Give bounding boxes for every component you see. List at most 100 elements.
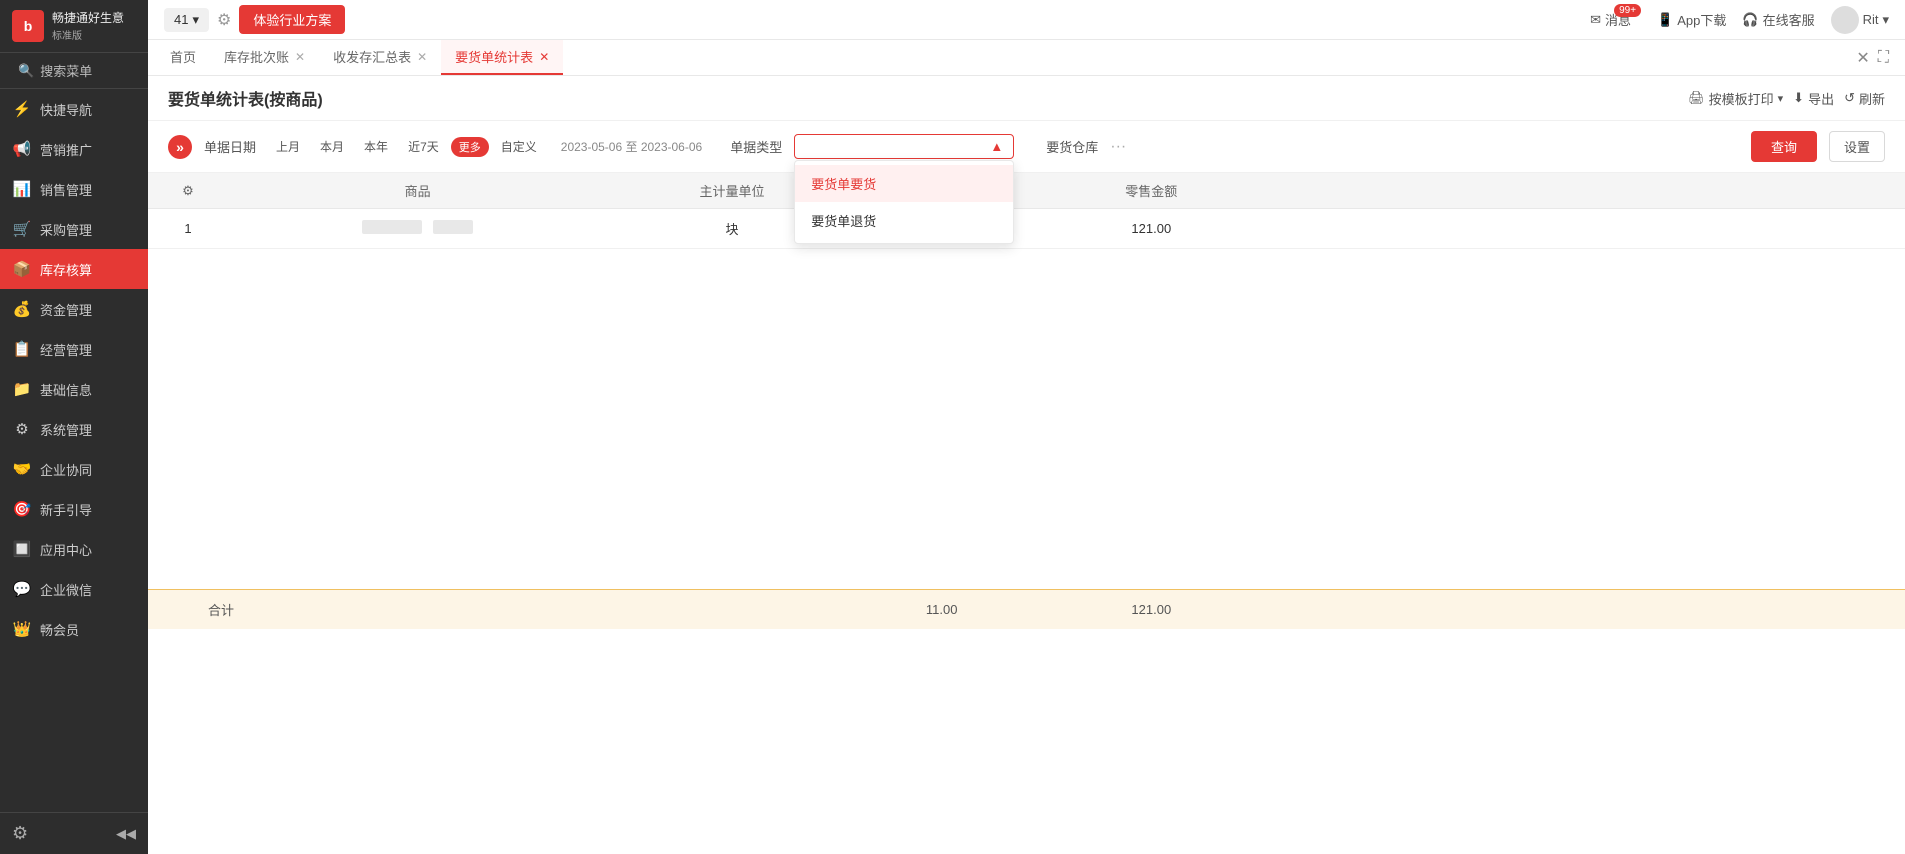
date-option-this-month[interactable]: 本月 (312, 135, 352, 158)
tab-bar: 首页库存批次账✕收发存汇总表✕ 要货单统计表 ✕ ✕ ⛶ (148, 40, 1905, 76)
table-header: ⚙ 商品 主计量单位 主数量 零售金额 (148, 173, 1905, 209)
print-action[interactable]: 🖨 按模板打印 ▾ (1688, 89, 1783, 108)
sidebar-item-purchase[interactable]: 🛒 采购管理 (0, 209, 148, 249)
logo-text: 畅捷通好生意 (52, 10, 124, 27)
sidebar-item-cooperation[interactable]: 🤝 企业协同 (0, 449, 148, 489)
tab-close-all-icon[interactable]: ✕ (1856, 48, 1869, 68)
tab-close-inventory-batch[interactable]: ✕ (295, 50, 305, 64)
tab-label-home: 首页 (170, 47, 196, 66)
row-amount: 121.00 (1047, 221, 1257, 236)
sidebar-item-quick-nav[interactable]: ⚡ 快捷导航 (0, 89, 148, 129)
dropdown-item-order-return[interactable]: 要货单退货 (795, 202, 1013, 239)
search-icon: 🔍 (18, 63, 34, 79)
header-settings-icon[interactable]: ⚙ (217, 10, 231, 30)
sidebar-item-apps[interactable]: 🔲 应用中心 (0, 529, 148, 569)
tab-label-order-stats: 要货单统计表 (455, 47, 533, 66)
sidebar-item-label-quick-nav: 快捷导航 (40, 100, 92, 119)
tab-close-receivable-summary[interactable]: ✕ (417, 50, 427, 64)
sidebar-item-members[interactable]: 👑 畅会员 (0, 609, 148, 649)
online-service-icon: 🎧 (1742, 12, 1758, 28)
guide-icon: 🎯 (12, 499, 32, 519)
store-number: 41 (174, 12, 188, 27)
tab-close-order-stats[interactable]: ✕ (539, 50, 549, 64)
logo-icon: b (12, 10, 44, 42)
sidebar-item-label-guide: 新手引导 (40, 500, 92, 519)
tab-extra: ✕ ⛶ (1848, 40, 1897, 75)
operations-icon: 📋 (12, 339, 32, 359)
footer-qty: 11.00 (837, 602, 1047, 617)
finance-icon: 💰 (12, 299, 32, 319)
system-icon: ⚙ (12, 419, 32, 439)
sidebar-item-finance[interactable]: 💰 资金管理 (0, 289, 148, 329)
sidebar-item-wechat[interactable]: 💬 企业微信 (0, 569, 148, 609)
page-actions: 🖨 按模板打印 ▾ ⬇ 导出 ↺ 刷新 (1688, 89, 1885, 108)
apps-icon: 🔲 (12, 539, 32, 559)
members-icon: 👑 (12, 619, 32, 639)
refresh-action[interactable]: ↺ 刷新 (1844, 89, 1885, 108)
sidebar-item-operations[interactable]: 📋 经营管理 (0, 329, 148, 369)
type-filter-select[interactable]: ▲ 要货单要货 要货单退货 (794, 134, 1014, 159)
tab-order-stats[interactable]: 要货单统计表 ✕ (441, 40, 563, 75)
tab-receivable-summary[interactable]: 收发存汇总表✕ (319, 40, 441, 75)
sidebar-item-basic[interactable]: 📁 基础信息 (0, 369, 148, 409)
messages-item[interactable]: ✉ 消息 99+ (1590, 10, 1631, 29)
store-selector[interactable]: 41 ▾ (164, 8, 209, 32)
settings-icon[interactable]: ⚙ (12, 823, 28, 844)
filter-settings-button[interactable]: 设置 (1829, 131, 1885, 162)
online-service-item[interactable]: 🎧 在线客服 (1742, 10, 1814, 29)
inventory-icon: 📦 (12, 259, 32, 279)
refresh-label: 刷新 (1859, 89, 1885, 108)
sidebar-item-marketing[interactable]: 📢 营销推广 (0, 129, 148, 169)
query-button[interactable]: 查询 (1751, 131, 1817, 162)
cooperation-icon: 🤝 (12, 459, 32, 479)
logo-badge: 标准版 (52, 27, 124, 42)
export-action[interactable]: ⬇ 导出 (1793, 89, 1834, 108)
dropdown-item-order-goods[interactable]: 要货单要货 (795, 165, 1013, 202)
sidebar-item-inventory[interactable]: 📦 库存核算 (0, 249, 148, 289)
sidebar-item-guide[interactable]: 🎯 新手引导 (0, 489, 148, 529)
col-header-product: 商品 (208, 181, 627, 200)
search-menu[interactable]: 🔍 搜索菜单 (0, 53, 148, 89)
expand-filter-button[interactable]: » (168, 135, 192, 159)
sidebar-item-label-basic: 基础信息 (40, 380, 92, 399)
header-left: 41 ▾ ⚙ 体验行业方案 (164, 5, 345, 34)
app-download-item[interactable]: 📱 App下载 (1657, 10, 1726, 29)
sidebar-item-label-members: 畅会员 (40, 620, 79, 639)
col-header-amount: 零售金额 (1047, 181, 1257, 200)
table-empty-space (148, 249, 1905, 589)
date-filter-label: 单据日期 (204, 137, 256, 156)
date-option-more[interactable]: 更多 (451, 137, 489, 157)
export-icon: ⬇ (1793, 90, 1804, 106)
sidebar-item-sales[interactable]: 📊 销售管理 (0, 169, 148, 209)
col-header-settings[interactable]: ⚙ (168, 183, 208, 199)
warehouse-more-icon[interactable]: ··· (1110, 138, 1126, 156)
date-option-last-7-days[interactable]: 近7天 (400, 135, 447, 158)
footer-amount: 121.00 (1047, 602, 1257, 617)
collapse-icon[interactable]: ◀◀ (116, 826, 136, 842)
sidebar-item-label-wechat: 企业微信 (40, 580, 92, 599)
filter-bar: » 单据日期 上月 本月 本年 近7天 更多 自定义 2023-05-06 至 … (148, 121, 1905, 173)
sidebar-item-system[interactable]: ⚙ 系统管理 (0, 409, 148, 449)
data-table: ⚙ 商品 主计量单位 主数量 零售金额 1 块 11.00 (148, 173, 1905, 629)
marketing-icon: 📢 (12, 139, 32, 159)
date-option-last-month[interactable]: 上月 (268, 135, 308, 158)
user-name: Rit (1863, 12, 1879, 27)
online-service-label: 在线客服 (1763, 10, 1815, 29)
date-range-display: 2023-05-06 至 2023-06-06 (561, 138, 702, 155)
tab-home[interactable]: 首页 (156, 40, 210, 75)
tab-fullscreen-icon[interactable]: ⛶ (1878, 49, 1889, 67)
page-title-bar: 要货单统计表(按商品) 🖨 按模板打印 ▾ ⬇ 导出 ↺ 刷新 (148, 76, 1905, 121)
purchase-icon: 🛒 (12, 219, 32, 239)
trial-button[interactable]: 体验行业方案 (239, 5, 345, 34)
top-header: 41 ▾ ⚙ 体验行业方案 ✉ 消息 99+ 📱 App下载 🎧 在线客服 R (148, 0, 1905, 40)
date-option-custom[interactable]: 自定义 (493, 135, 545, 158)
tab-inventory-batch[interactable]: 库存批次账✕ (210, 40, 319, 75)
app-download-icon: 📱 (1657, 12, 1673, 28)
main-content: 41 ▾ ⚙ 体验行业方案 ✉ 消息 99+ 📱 App下载 🎧 在线客服 R (148, 0, 1905, 854)
user-profile-item[interactable]: Rit ▾ (1831, 6, 1889, 34)
print-chevron-icon: ▾ (1778, 92, 1784, 105)
messages-badge: 99+ (1614, 4, 1641, 17)
sidebar-bottom: ⚙ ◀◀ (0, 812, 148, 854)
date-option-this-year[interactable]: 本年 (356, 135, 396, 158)
user-avatar (1831, 6, 1859, 34)
